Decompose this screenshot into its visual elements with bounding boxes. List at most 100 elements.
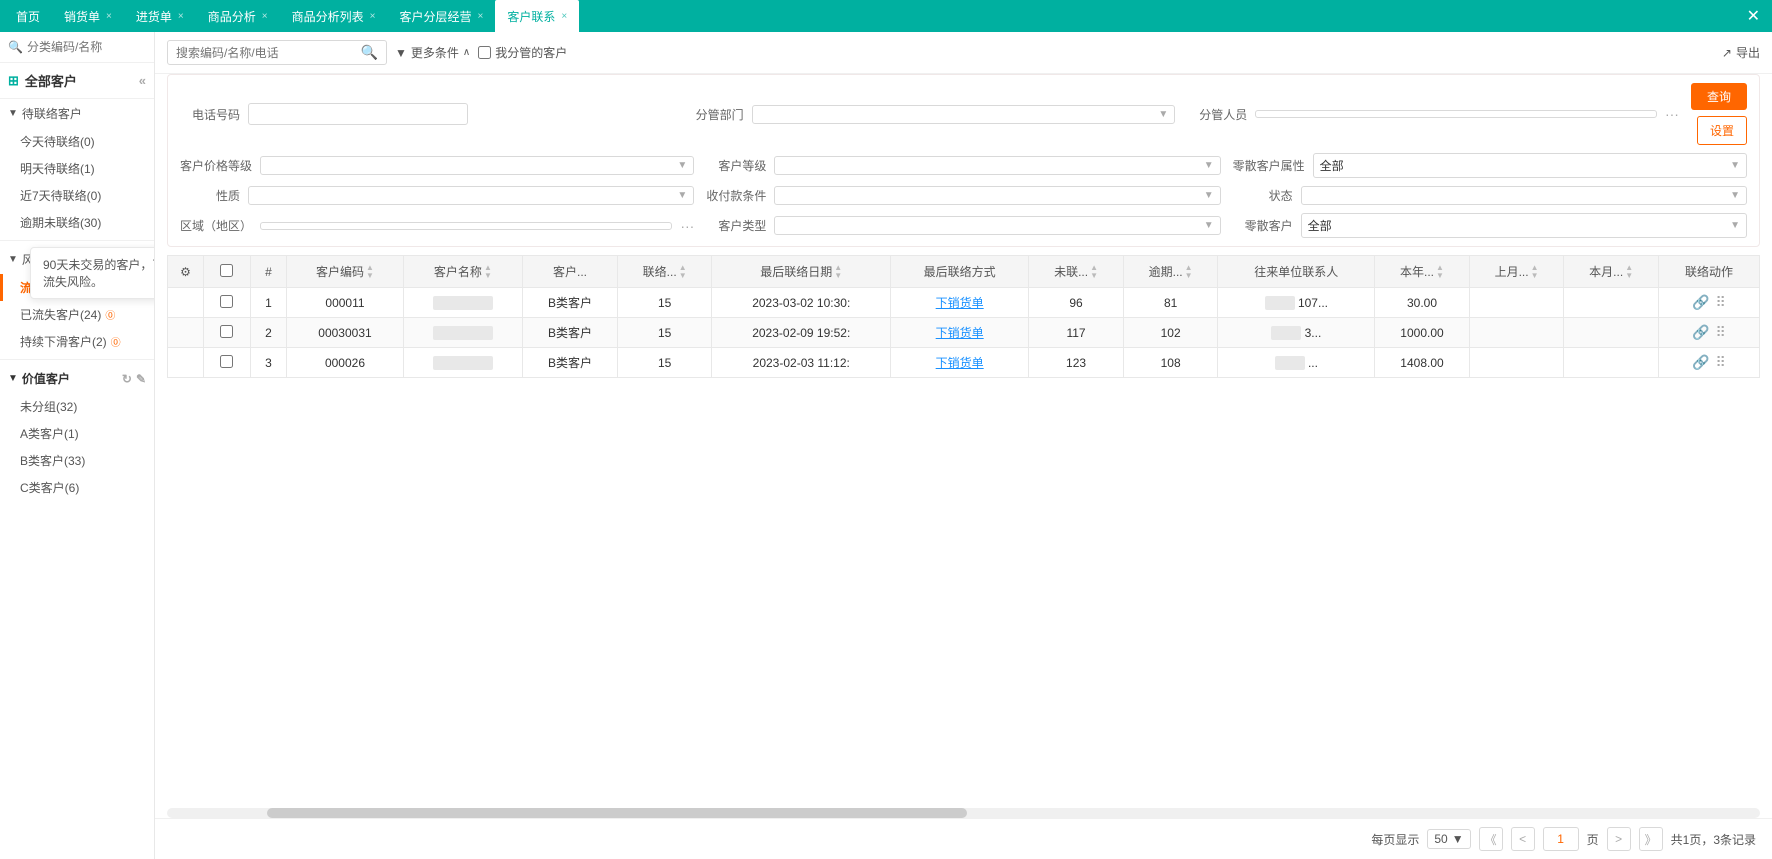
action-menu-icon-0[interactable]: ⠿ xyxy=(1716,294,1726,311)
col-last-contact-date[interactable]: 最后联络日期 ▲▼ xyxy=(712,256,891,288)
code-sort[interactable]: ▲▼ xyxy=(366,264,374,280)
sidebar-item-7day-contact[interactable]: 近7天待联络(0) xyxy=(0,182,154,209)
col-code[interactable]: 客户编码 ▲▼ xyxy=(287,256,403,288)
sidebar-item-class-a[interactable]: A类客户(1) xyxy=(0,420,154,447)
filter-phone-input[interactable] xyxy=(248,103,468,125)
col-checkbox[interactable] xyxy=(204,256,251,288)
col-uncontacted[interactable]: 未联... ▲▼ xyxy=(1029,256,1124,288)
scrollbar-thumb[interactable] xyxy=(267,808,967,818)
contact-sort[interactable]: ▲▼ xyxy=(679,264,687,280)
filter-area-select[interactable] xyxy=(260,222,672,230)
cell-last-contact-way-1[interactable]: 下销货单 xyxy=(891,318,1029,348)
tab-home[interactable]: 首页 xyxy=(4,0,52,32)
this-month-sort[interactable]: ▲▼ xyxy=(1625,264,1633,280)
collapse-icon[interactable]: « xyxy=(139,73,146,88)
sidebar-item-ungrouped[interactable]: 未分组(32) xyxy=(0,393,154,420)
tab-purchase[interactable]: 进货单 × xyxy=(124,0,196,32)
tab-analysis-list[interactable]: 商品分析列表 × xyxy=(280,0,388,32)
search-input[interactable] xyxy=(176,46,361,60)
filter-price-grade-select[interactable]: ▼ xyxy=(260,156,694,175)
sidebar-item-declining[interactable]: 持续下滑客户(2) ⓪ xyxy=(0,328,154,355)
my-customers-checkbox[interactable] xyxy=(478,46,491,59)
cell-checkbox-2[interactable] xyxy=(204,348,251,378)
search-button[interactable]: 🔍 xyxy=(361,44,378,61)
filter-more-btn[interactable]: ▼ 更多条件 ∧ xyxy=(395,44,470,61)
window-close-button[interactable]: ✕ xyxy=(1739,6,1768,26)
section-pending-contact[interactable]: ▼ 待联络客户 xyxy=(0,99,154,128)
tab-purchase-close[interactable]: × xyxy=(178,11,184,22)
filter-person-select[interactable] xyxy=(1255,110,1657,118)
action-link-icon-1[interactable]: 🔗 xyxy=(1692,324,1709,341)
my-customers-wrap[interactable]: 我分管的客户 xyxy=(478,44,567,61)
uncontacted-sort[interactable]: ▲▼ xyxy=(1090,264,1098,280)
horizontal-scrollbar[interactable] xyxy=(167,808,1760,818)
sidebar-item-class-c[interactable]: C类客户(6) xyxy=(0,474,154,501)
cell-checkbox-1[interactable] xyxy=(204,318,251,348)
col-this-month[interactable]: 本月... ▲▼ xyxy=(1564,256,1659,288)
col-contact[interactable]: 联络... ▲▼ xyxy=(617,256,712,288)
date-sort[interactable]: ▲▼ xyxy=(834,264,842,280)
col-settings[interactable]: ⚙ xyxy=(168,256,204,288)
tab-customer-tier[interactable]: 客户分层经营 × xyxy=(387,0,495,32)
sidebar-all-customers[interactable]: ⊞ 全部客户 « xyxy=(0,63,154,99)
filter-customer-type-select[interactable]: ▼ xyxy=(774,216,1220,235)
col-this-year[interactable]: 本年... ▲▼ xyxy=(1375,256,1470,288)
filter-gender-select[interactable]: ▼ xyxy=(248,186,694,205)
last-month-sort[interactable]: ▲▼ xyxy=(1531,264,1539,280)
tab-customer-contact[interactable]: 客户联系 × xyxy=(495,0,579,32)
cell-last-contact-way-0[interactable]: 下销货单 xyxy=(891,288,1029,318)
col-customer-type[interactable]: 客户... xyxy=(523,256,618,288)
contact-way-link-0[interactable]: 下销货单 xyxy=(936,296,984,310)
action-menu-icon-2[interactable]: ⠿ xyxy=(1716,354,1726,371)
area-more-icon[interactable]: ··· xyxy=(680,218,694,234)
row-checkbox-2[interactable] xyxy=(220,355,233,368)
section-value-customers[interactable]: ▼ 价值客户 ↻ ✎ xyxy=(0,364,154,393)
sidebar-item-overdue-contact[interactable]: 逾期未联络(30) xyxy=(0,209,154,236)
action-link-icon-0[interactable]: 🔗 xyxy=(1692,294,1709,311)
sidebar-item-today-contact[interactable]: 今天待联络(0) xyxy=(0,128,154,155)
last-page-button[interactable]: 》 xyxy=(1639,827,1663,851)
refresh-icon[interactable]: ↻ xyxy=(122,372,132,386)
sidebar-item-tomorrow-contact[interactable]: 明天待联络(1) xyxy=(0,155,154,182)
tab-customer-tier-close[interactable]: × xyxy=(477,11,483,22)
tab-analysis-list-close[interactable]: × xyxy=(370,11,376,22)
overdue-sort[interactable]: ▲▼ xyxy=(1185,264,1193,280)
col-name[interactable]: 客户名称 ▲▼ xyxy=(403,256,523,288)
contact-way-link-2[interactable]: 下销货单 xyxy=(936,356,984,370)
sidebar-item-class-b[interactable]: B类客户(33) xyxy=(0,447,154,474)
page-number-input[interactable] xyxy=(1543,827,1579,851)
action-menu-icon-1[interactable]: ⠿ xyxy=(1716,324,1726,341)
row-checkbox-0[interactable] xyxy=(220,295,233,308)
col-overdue[interactable]: 逾期... ▲▼ xyxy=(1123,256,1218,288)
filter-dept-select[interactable]: ▼ xyxy=(752,105,1176,124)
col-last-month[interactable]: 上月... ▲▼ xyxy=(1469,256,1564,288)
export-button[interactable]: ↗ 导出 xyxy=(1722,44,1760,61)
contact-way-link-1[interactable]: 下销货单 xyxy=(936,326,984,340)
filter-retail-customer-select[interactable]: 全部 ▼ xyxy=(1301,213,1747,238)
action-link-icon-2[interactable]: 🔗 xyxy=(1692,354,1709,371)
first-page-button[interactable]: 《 xyxy=(1479,827,1503,851)
filter-retail-attr-select[interactable]: 全部 ▼ xyxy=(1313,153,1747,178)
page-size-select[interactable]: 50 ▼ xyxy=(1427,829,1470,849)
filter-payment-select[interactable]: ▼ xyxy=(774,186,1220,205)
sidebar-search-input[interactable] xyxy=(27,40,146,54)
section-risk-customers[interactable]: ▼ 风险客户 90天未交易的客户，可能有流失风险。 xyxy=(0,245,154,274)
query-button[interactable]: 查询 xyxy=(1691,83,1747,110)
tab-sales[interactable]: 销货单 × xyxy=(52,0,124,32)
tab-customer-contact-close[interactable]: × xyxy=(561,11,567,22)
tab-sales-close[interactable]: × xyxy=(106,11,112,22)
tab-analysis[interactable]: 商品分析 × xyxy=(196,0,280,32)
this-year-sort[interactable]: ▲▼ xyxy=(1436,264,1444,280)
cell-checkbox-0[interactable] xyxy=(204,288,251,318)
filter-status-select[interactable]: ▼ xyxy=(1301,186,1747,205)
row-checkbox-1[interactable] xyxy=(220,325,233,338)
filter-more-icon[interactable]: ··· xyxy=(1665,106,1679,122)
prev-page-button[interactable]: < xyxy=(1511,827,1535,851)
select-all-checkbox[interactable] xyxy=(220,264,233,277)
filter-customer-grade-select[interactable]: ▼ xyxy=(774,156,1220,175)
sidebar-item-churned[interactable]: 已流失客户(24) ⓪ xyxy=(0,301,154,328)
tab-analysis-close[interactable]: × xyxy=(262,11,268,22)
setting-button[interactable]: 设置 xyxy=(1697,116,1747,145)
name-sort[interactable]: ▲▼ xyxy=(484,264,492,280)
edit-icon[interactable]: ✎ xyxy=(136,372,146,386)
